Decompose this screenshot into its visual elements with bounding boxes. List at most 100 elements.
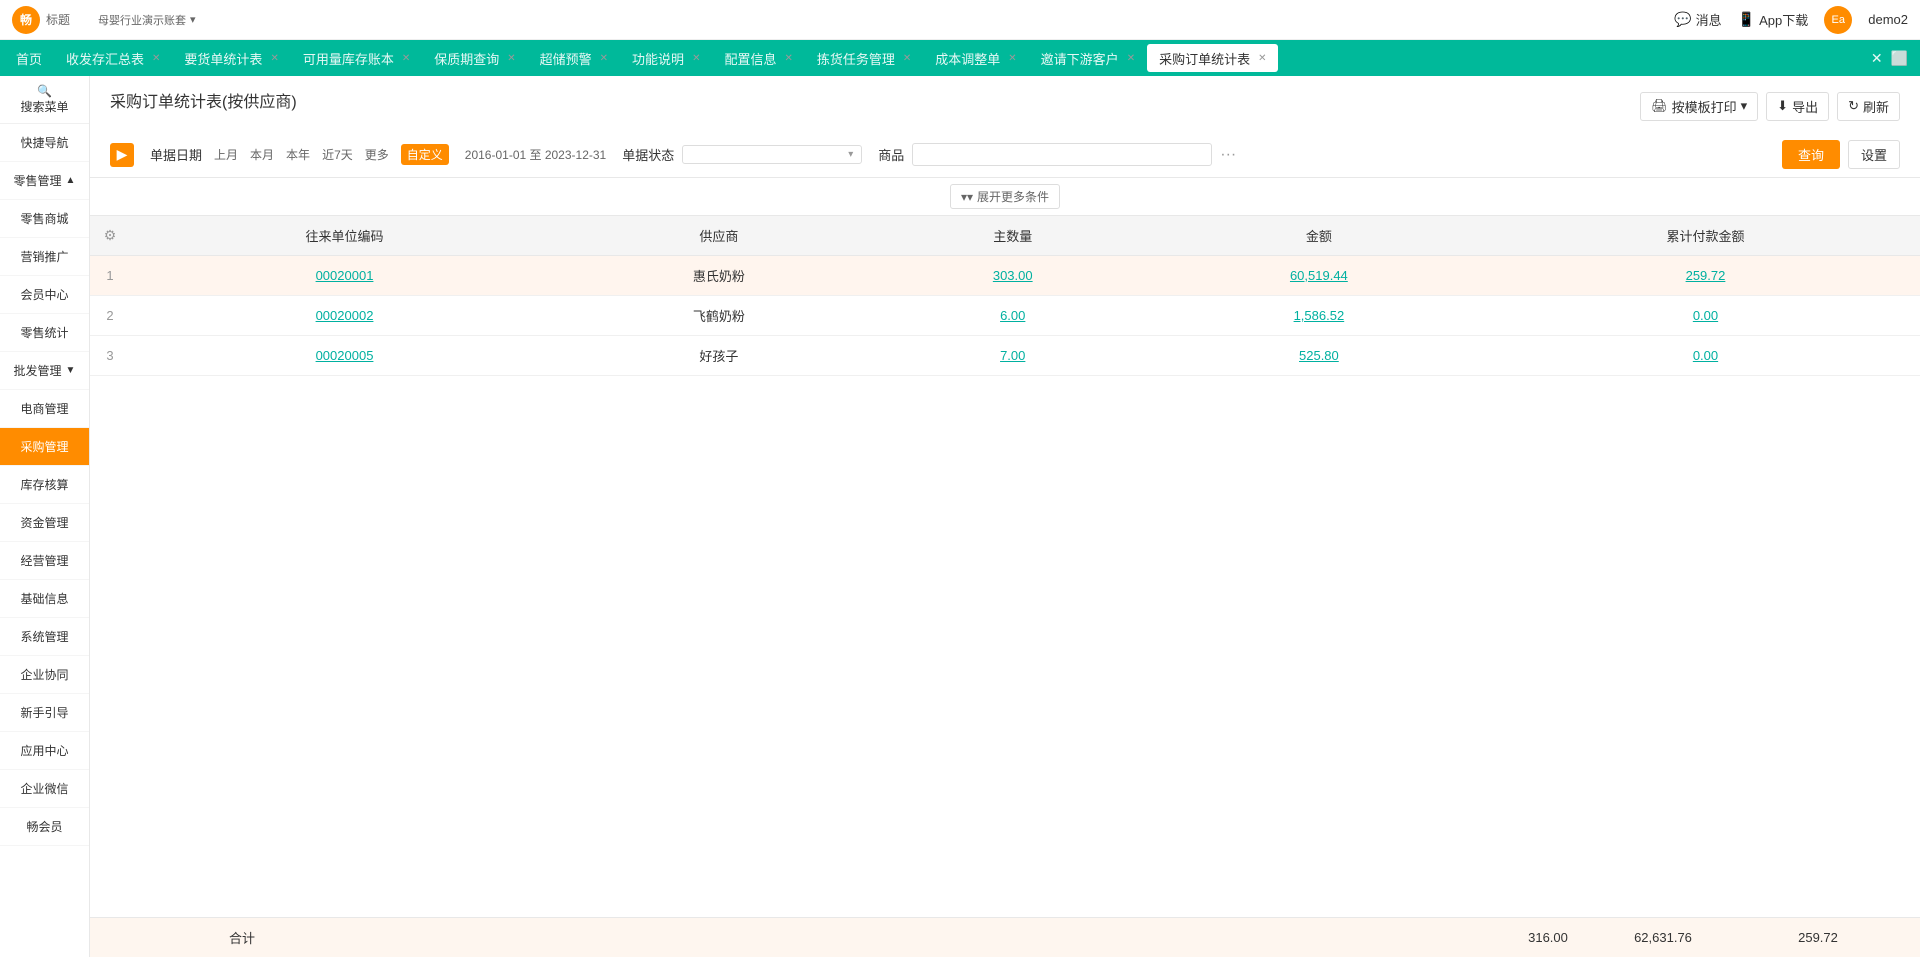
goods-filter-label: 商品 (878, 145, 904, 164)
sidebar-item-ecommerce[interactable]: 电商管理 (0, 390, 89, 428)
sidebar-item-inventory[interactable]: 库存核算 (0, 466, 89, 504)
close-icon[interactable]: ✕ (507, 53, 515, 64)
close-icon[interactable]: ✕ (903, 53, 911, 64)
sidebar-item-finance[interactable]: 资金管理 (0, 504, 89, 542)
goods-more-icon[interactable]: ··· (1220, 146, 1236, 164)
export-button[interactable]: ⬇ 导出 (1766, 92, 1829, 121)
tab-cost-adjust[interactable]: 成本调整单 ✕ (923, 44, 1028, 72)
row-paid[interactable]: 0.00 (1491, 336, 1920, 376)
date-shortcut-7days[interactable]: 近7天 (318, 145, 357, 164)
tab-overstock-alert[interactable]: 超储预警 ✕ (528, 44, 620, 72)
sidebar-marketing-label: 营销推广 (20, 248, 68, 265)
date-shortcut-this-month[interactable]: 本月 (246, 145, 278, 164)
row-supplier: 好孩子 (559, 336, 879, 376)
query-button[interactable]: 查询 (1782, 140, 1840, 169)
expand-conditions-button[interactable]: ▾▾ 展开更多条件 (950, 184, 1060, 209)
row-amount[interactable]: 1,586.52 (1147, 296, 1491, 336)
column-settings-icon[interactable]: ⚙ (104, 227, 117, 243)
tab-config-info[interactable]: 配置信息 ✕ (712, 44, 804, 72)
date-shortcut-last-month[interactable]: 上月 (210, 145, 242, 164)
tab-function-desc[interactable]: 功能说明 ✕ (620, 44, 712, 72)
tab-order-summary[interactable]: 要货单统计表 ✕ (172, 44, 290, 72)
content-area: 采购订单统计表(按供应商) 🖨 按模板打印 ▾ ⬇ 导出 ↻ 刷新 (90, 76, 1920, 957)
sidebar-item-operations[interactable]: 经营管理 (0, 542, 89, 580)
sidebar-item-retail-mgmt[interactable]: 零售管理 ▲ (0, 162, 89, 200)
sidebar-item-system[interactable]: 系统管理 (0, 618, 89, 656)
col-settings: ⚙ (90, 216, 130, 256)
filter-toggle-button[interactable]: ▶ (110, 143, 134, 167)
nav-close-btn[interactable]: ✕ (1871, 50, 1883, 67)
workspace-selector[interactable]: 母婴行业演示账套 ▾ (98, 12, 196, 28)
date-custom-button[interactable]: 自定义 (401, 144, 449, 165)
col-qty: 主数量 (879, 216, 1147, 256)
row-supplier: 飞鹤奶粉 (559, 296, 879, 336)
sidebar-item-enterprise-wechat[interactable]: 企业微信 (0, 770, 89, 808)
row-qty[interactable]: 7.00 (879, 336, 1147, 376)
message-action[interactable]: 💬 消息 (1674, 10, 1721, 29)
avatar[interactable]: Ea (1824, 6, 1852, 34)
close-icon[interactable]: ✕ (692, 53, 700, 64)
sidebar-inventory-label: 库存核算 (20, 476, 68, 493)
sidebar-enterprise-collab-label: 企业协同 (20, 666, 68, 683)
sidebar-basic-info-label: 基础信息 (20, 590, 68, 607)
row-code[interactable]: 00020002 (130, 296, 559, 336)
refresh-button[interactable]: ↻ 刷新 (1837, 92, 1900, 121)
sidebar-item-vip-member[interactable]: 畅会员 (0, 808, 89, 846)
sidebar-item-member[interactable]: 会员中心 (0, 276, 89, 314)
close-icon[interactable]: ✕ (600, 53, 608, 64)
row-qty[interactable]: 303.00 (879, 256, 1147, 296)
workspace-label: 母婴行业演示账套 (98, 12, 186, 28)
table-row: 2 00020002 飞鹤奶粉 6.00 1,586.52 0.00 (90, 296, 1920, 336)
sidebar-item-shortcut[interactable]: 快捷导航 (0, 124, 89, 162)
tab-available-stock[interactable]: 可用量库存账本 ✕ (291, 44, 422, 72)
table-area: ⚙ 往来单位编码 供应商 主数量 金额 (90, 216, 1920, 917)
sidebar-item-basic-info[interactable]: 基础信息 (0, 580, 89, 618)
close-icon[interactable]: ✕ (270, 53, 278, 64)
row-qty[interactable]: 6.00 (879, 296, 1147, 336)
tab-purchase-summary[interactable]: 采购订单统计表 ✕ (1147, 44, 1278, 72)
close-icon[interactable]: ✕ (402, 53, 410, 64)
close-icon-active[interactable]: ✕ (1258, 53, 1266, 64)
sidebar-item-purchase-mgmt[interactable]: 采购管理 (0, 428, 89, 466)
export-icon: ⬇ (1777, 98, 1788, 114)
nav-expand-btn[interactable]: ⬜ (1891, 50, 1908, 67)
sidebar-item-enterprise-collab[interactable]: 企业协同 (0, 656, 89, 694)
tab-stocking-task[interactable]: 拣货任务管理 ✕ (805, 44, 923, 72)
close-icon[interactable]: ✕ (152, 53, 160, 64)
tab-invite-downstream[interactable]: 邀请下游客户 ✕ (1029, 44, 1147, 72)
sidebar-new-guide-label: 新手引导 (20, 704, 68, 721)
sidebar-item-wholesale-mgmt[interactable]: 批发管理 ▼ (0, 352, 89, 390)
footer-amount: 62,631.76 (1598, 930, 1728, 945)
sidebar-enterprise-wechat-label: 企业微信 (20, 780, 68, 797)
goods-filter-group: 商品 ··· (878, 143, 1766, 166)
row-amount[interactable]: 525.80 (1147, 336, 1491, 376)
tab-expiry-query[interactable]: 保质期查询 ✕ (422, 44, 527, 72)
status-select[interactable]: ▾ (682, 145, 862, 164)
app-download-action[interactable]: 📱 App下载 (1738, 10, 1809, 29)
status-filter-group: 单据状态 ▾ (622, 145, 862, 164)
print-button[interactable]: 🖨 按模板打印 ▾ (1640, 92, 1758, 121)
sidebar-item-retail-stats[interactable]: 零售统计 (0, 314, 89, 352)
settings-button[interactable]: 设置 (1848, 140, 1900, 169)
sidebar-item-search[interactable]: 🔍 搜索菜单 (0, 76, 89, 124)
sidebar-item-app-center[interactable]: 应用中心 (0, 732, 89, 770)
row-code[interactable]: 00020005 (130, 336, 559, 376)
date-shortcut-more[interactable]: 更多 (361, 145, 393, 164)
date-shortcut-this-year[interactable]: 本年 (282, 145, 314, 164)
row-amount[interactable]: 60,519.44 (1147, 256, 1491, 296)
tab-receive-summary[interactable]: 收发存汇总表 ✕ (54, 44, 172, 72)
close-icon[interactable]: ✕ (1127, 53, 1135, 64)
user-name[interactable]: demo2 (1868, 12, 1908, 27)
close-icon[interactable]: ✕ (784, 53, 792, 64)
tab-home[interactable]: 首页 (4, 44, 54, 72)
page-header-top: 采购订单统计表(按供应商) 🖨 按模板打印 ▾ ⬇ 导出 ↻ 刷新 (90, 76, 1920, 132)
sidebar-item-marketing[interactable]: 营销推广 (0, 238, 89, 276)
row-code[interactable]: 00020001 (130, 256, 559, 296)
goods-input[interactable] (912, 143, 1212, 166)
message-label: 消息 (1696, 10, 1722, 29)
row-paid[interactable]: 0.00 (1491, 296, 1920, 336)
close-icon[interactable]: ✕ (1008, 53, 1016, 64)
sidebar-item-new-guide[interactable]: 新手引导 (0, 694, 89, 732)
sidebar-item-retail-shop[interactable]: 零售商城 (0, 200, 89, 238)
row-paid[interactable]: 259.72 (1491, 256, 1920, 296)
